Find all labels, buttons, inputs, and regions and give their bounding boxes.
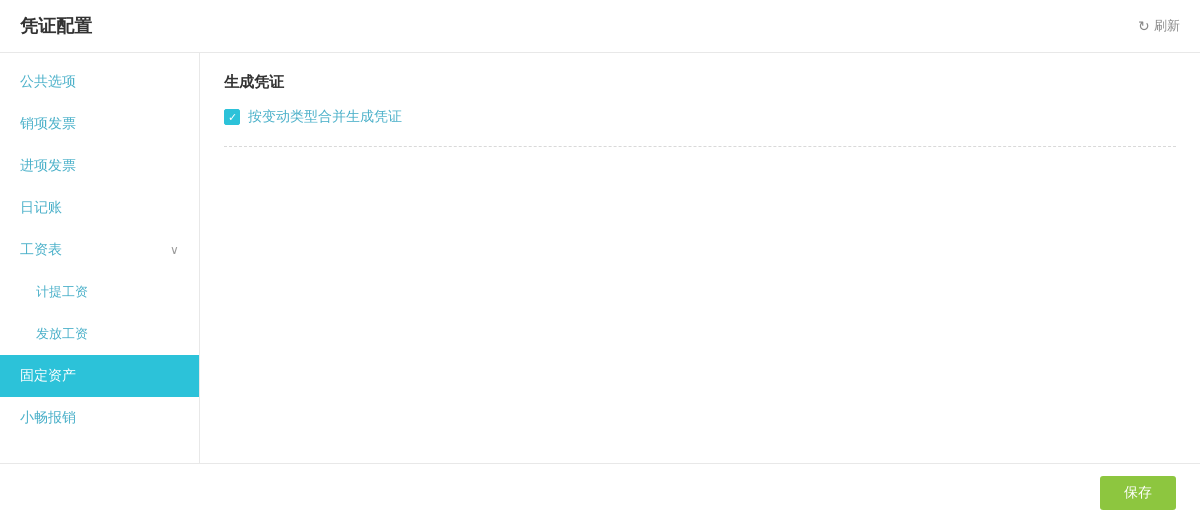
sidebar: 公共选项销项发票进项发票日记账工资表 ∨ 计提工资发放工资固定资产小畅报销 bbox=[0, 53, 200, 463]
page-wrapper: 凭证配置 ↻ 刷新 公共选项销项发票进项发票日记账工资表 ∨ 计提工资发放工资固定资… bbox=[0, 0, 1200, 522]
section-divider bbox=[224, 146, 1176, 147]
sidebar-item-journal[interactable]: 日记账 bbox=[0, 187, 199, 229]
sidebar-item-fixed-assets[interactable]: 固定资产 bbox=[0, 355, 199, 397]
page-title: 凭证配置 bbox=[20, 14, 92, 38]
check-mark-icon: ✓ bbox=[228, 112, 237, 123]
main-content: 生成凭证 ✓ 按变动类型合并生成凭证 bbox=[200, 53, 1200, 463]
sidebar-item-label: 计提工资 bbox=[36, 283, 88, 301]
page-footer: 保存 bbox=[0, 463, 1200, 522]
section-title: 生成凭证 bbox=[224, 73, 1176, 92]
chevron-down-icon: ∨ bbox=[170, 243, 179, 257]
refresh-button[interactable]: ↻ 刷新 bbox=[1138, 17, 1180, 35]
sidebar-item-expense[interactable]: 小畅报销 bbox=[0, 397, 199, 439]
sidebar-item-purchase-invoice[interactable]: 进项发票 bbox=[0, 145, 199, 187]
sidebar-item-public[interactable]: 公共选项 bbox=[0, 61, 199, 103]
refresh-label: 刷新 bbox=[1154, 17, 1180, 35]
sidebar-item-label: 小畅报销 bbox=[20, 409, 76, 427]
sidebar-item-payroll[interactable]: 工资表 ∨ bbox=[0, 229, 199, 271]
sidebar-item-label: 固定资产 bbox=[20, 367, 76, 385]
save-button[interactable]: 保存 bbox=[1100, 476, 1176, 510]
sidebar-item-sales-invoice[interactable]: 销项发票 bbox=[0, 103, 199, 145]
checkbox-row: ✓ 按变动类型合并生成凭证 bbox=[224, 108, 1176, 126]
page-header: 凭证配置 ↻ 刷新 bbox=[0, 0, 1200, 53]
sidebar-item-payroll-payment[interactable]: 发放工资 bbox=[0, 313, 199, 355]
sidebar-item-label: 进项发票 bbox=[20, 157, 76, 175]
sidebar-item-label: 销项发票 bbox=[20, 115, 76, 133]
checkbox-label: 按变动类型合并生成凭证 bbox=[248, 108, 402, 126]
sidebar-item-label: 工资表 bbox=[20, 241, 62, 259]
sidebar-item-label: 发放工资 bbox=[36, 325, 88, 343]
sidebar-item-payroll-accrual[interactable]: 计提工资 bbox=[0, 271, 199, 313]
page-body: 公共选项销项发票进项发票日记账工资表 ∨ 计提工资发放工资固定资产小畅报销 生成凭证… bbox=[0, 53, 1200, 463]
sidebar-item-label: 公共选项 bbox=[20, 73, 76, 91]
refresh-icon: ↻ bbox=[1138, 18, 1150, 34]
sidebar-item-label: 日记账 bbox=[20, 199, 62, 217]
merge-checkbox[interactable]: ✓ bbox=[224, 109, 240, 125]
